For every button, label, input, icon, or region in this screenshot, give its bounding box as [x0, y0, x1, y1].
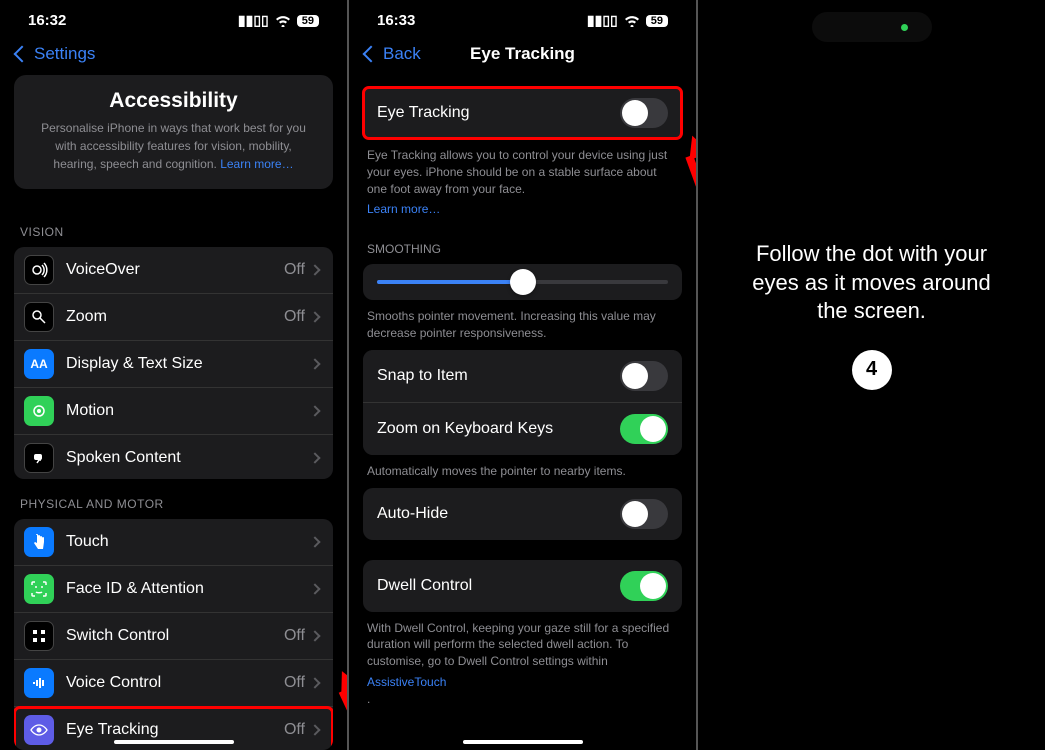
row-motion[interactable]: Motion: [14, 388, 333, 435]
status-bar: 16:33 ▮▮▯▯ 59: [349, 0, 696, 37]
dwell-toggle[interactable]: [620, 571, 668, 601]
hero-card: Accessibility Personalise iPhone in ways…: [14, 75, 333, 189]
section-header-vision: VISION: [0, 207, 347, 247]
battery-icon: 59: [646, 15, 668, 27]
chevron-right-icon: [309, 724, 320, 735]
row-autohide[interactable]: Auto-Hide: [363, 488, 682, 540]
countdown-counter: 4: [852, 350, 892, 390]
learn-more-link[interactable]: Learn more…: [367, 201, 678, 218]
snap-toggle[interactable]: [620, 361, 668, 391]
smoothing-slider-row: [363, 264, 682, 300]
dwell-desc: With Dwell Control, keeping your gaze st…: [363, 612, 682, 716]
row-spoken[interactable]: Spoken Content: [14, 435, 333, 479]
voice-control-icon: [24, 668, 54, 698]
row-snap[interactable]: Snap to Item: [363, 350, 682, 403]
chevron-right-icon: [309, 405, 320, 416]
smoothing-slider[interactable]: [377, 280, 668, 284]
zoom-icon: [24, 302, 54, 332]
wifi-icon: [275, 15, 291, 27]
chevron-right-icon: [309, 358, 320, 369]
group-physical: Touch Face ID & Attention Switch Control…: [14, 519, 333, 750]
switch-icon: [24, 621, 54, 651]
row-touch[interactable]: Touch: [14, 519, 333, 566]
row-voice-control[interactable]: Voice Control Off: [14, 660, 333, 707]
autohide-toggle[interactable]: [620, 499, 668, 529]
group-vision: VoiceOver Off Zoom Off AA Display & Text…: [14, 247, 333, 479]
phone-eye-tracking: 16:33 ▮▮▯▯ 59 Back Eye Tracking Eye Trac…: [349, 0, 696, 750]
row-voiceover[interactable]: VoiceOver Off: [14, 247, 333, 294]
time: 16:32: [28, 12, 66, 29]
row-zoom[interactable]: Zoom Off: [14, 294, 333, 341]
chevron-right-icon: [309, 311, 320, 322]
chevron-right-icon: [309, 583, 320, 594]
chevron-left-icon: [14, 46, 31, 63]
row-zoom-keys[interactable]: Zoom on Keyboard Keys: [363, 403, 682, 455]
back-button[interactable]: Back: [365, 44, 421, 64]
phone-calibration: Follow the dot with your eyes as it move…: [698, 0, 1045, 750]
assistivetouch-link[interactable]: AssistiveTouch: [367, 674, 678, 691]
status-bar: 16:32 ▮▮▯▯ 59: [0, 0, 347, 37]
touch-icon: [24, 527, 54, 557]
back-button[interactable]: Settings: [16, 44, 95, 64]
section-header-physical: PHYSICAL AND MOTOR: [0, 479, 347, 519]
home-indicator[interactable]: [114, 740, 234, 744]
camera-indicator-icon: [901, 24, 908, 31]
signal-icon: ▮▮▯▯: [238, 12, 269, 29]
learn-more-link[interactable]: Learn more…: [220, 157, 293, 171]
row-dwell[interactable]: Dwell Control: [363, 560, 682, 612]
snap-desc: Automatically moves the pointer to nearb…: [363, 455, 682, 488]
wifi-icon: [624, 15, 640, 27]
back-label: Back: [383, 44, 421, 64]
page-title: Accessibility: [32, 89, 315, 113]
home-indicator[interactable]: [463, 740, 583, 744]
smoothing-desc: Smooths pointer movement. Increasing thi…: [363, 300, 682, 350]
row-display[interactable]: AA Display & Text Size: [14, 341, 333, 388]
row-switch[interactable]: Switch Control Off: [14, 613, 333, 660]
dynamic-island: [812, 12, 932, 42]
voiceover-icon: [24, 255, 54, 285]
battery-icon: 59: [297, 15, 319, 27]
spoken-icon: [24, 443, 54, 473]
nav-bar: Back Eye Tracking: [349, 37, 696, 75]
chevron-right-icon: [309, 630, 320, 641]
slider-thumb[interactable]: [510, 269, 536, 295]
chevron-right-icon: [309, 452, 320, 463]
row-faceid[interactable]: Face ID & Attention: [14, 566, 333, 613]
hero-description: Personalise iPhone in ways that work bes…: [32, 119, 315, 173]
instruction-text: Follow the dot with your eyes as it move…: [698, 240, 1045, 326]
phone-accessibility: 16:32 ▮▮▯▯ 59 Settings Accessibility Per…: [0, 0, 347, 750]
back-label: Settings: [34, 44, 95, 64]
chevron-right-icon: [309, 536, 320, 547]
chevron-right-icon: [309, 264, 320, 275]
chevron-right-icon: [309, 677, 320, 688]
eye-tracking-desc: Eye Tracking allows you to control your …: [363, 139, 682, 226]
display-icon: AA: [24, 349, 54, 379]
zoom-keys-toggle[interactable]: [620, 414, 668, 444]
signal-icon: ▮▮▯▯: [587, 12, 618, 29]
group-snap: Snap to Item Zoom on Keyboard Keys: [363, 350, 682, 455]
faceid-icon: [24, 574, 54, 604]
nav-bar: Settings: [0, 37, 347, 75]
row-eye-tracking-toggle[interactable]: Eye Tracking: [363, 87, 682, 139]
chevron-left-icon: [363, 46, 380, 63]
eye-tracking-toggle[interactable]: [620, 98, 668, 128]
section-header-smoothing: SMOOTHING: [363, 226, 682, 264]
eye-tracking-icon: [24, 715, 54, 745]
time: 16:33: [377, 12, 415, 29]
motion-icon: [24, 396, 54, 426]
